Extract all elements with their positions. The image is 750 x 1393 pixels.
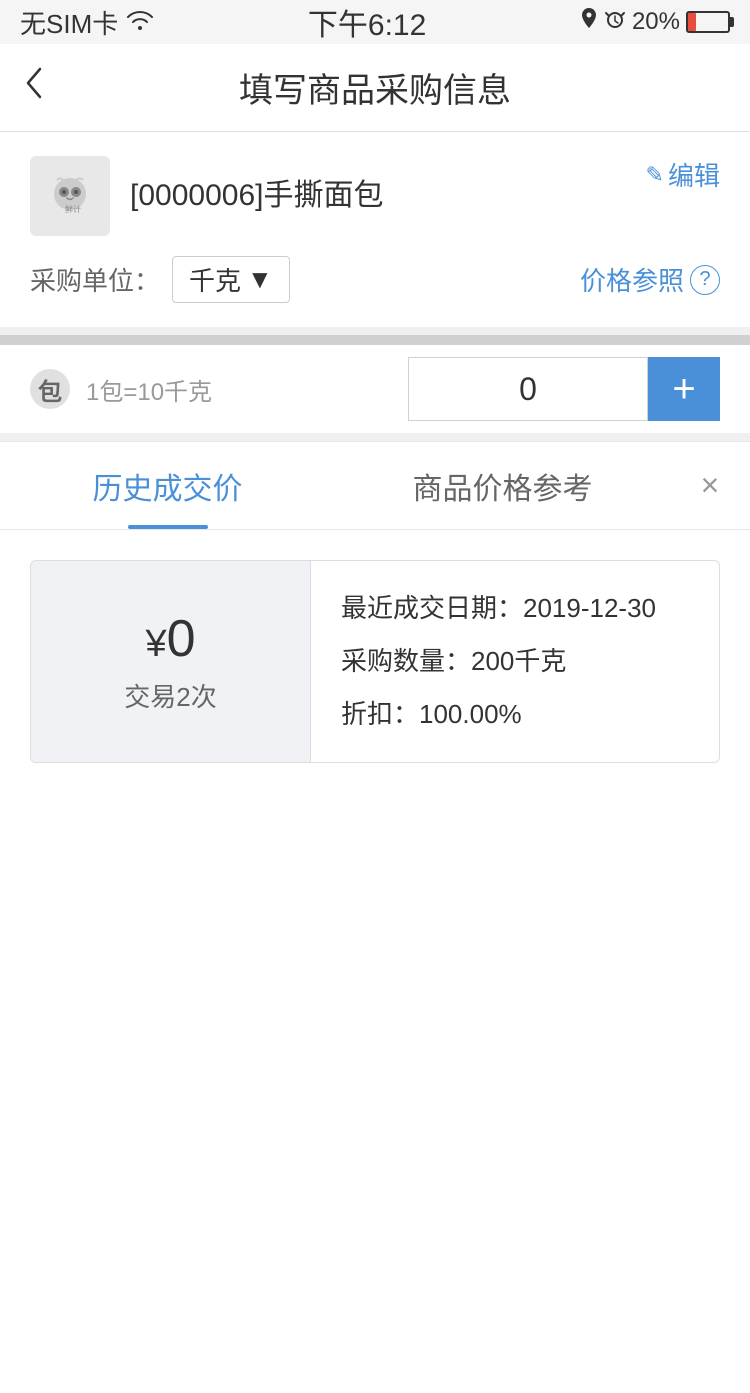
status-time: 下午6:12 [308, 0, 426, 44]
nav-bar: 填写商品采购信息 [0, 44, 750, 132]
product-name: [0000006]手撕面包 [130, 175, 383, 217]
tab-active-indicator [128, 525, 208, 529]
tab-price-reference[interactable]: 商品价格参考 [335, 442, 670, 529]
recent-date-row: 最近成交日期：2019-12-30 [341, 589, 689, 628]
price-reference-link[interactable]: 价格参照 ? [580, 261, 720, 298]
tab-history-price[interactable]: 历史成交价 [0, 442, 335, 529]
product-thumb-icon: 鲜计 [45, 166, 95, 226]
help-icon: ? [690, 265, 720, 295]
transaction-card: ¥0 交易2次 最近成交日期：2019-12-30 采购数量：200千克 折扣：… [30, 560, 720, 763]
quantity-section: 包 1包=10千克 0 + [0, 345, 750, 433]
product-thumbnail: 鲜计 [30, 156, 110, 236]
page-title: 填写商品采购信息 [239, 63, 511, 112]
status-left: 无SIM卡 [20, 4, 154, 41]
quantity-left: 包 1包=10千克 [30, 369, 212, 409]
alarm-icon [604, 8, 626, 37]
product-header: 鲜计 [0000006]手撕面包 ✎ 编辑 [30, 156, 720, 236]
back-button[interactable] [24, 63, 48, 112]
carrier-text: 无SIM卡 [20, 4, 118, 41]
discount-row: 折扣：100.00% [341, 695, 689, 734]
battery-icon [686, 11, 730, 33]
tabs-container: 历史成交价 商品价格参考 × ¥0 交易2次 最近成交日期：2019-12-30… [0, 441, 750, 1393]
card-details-section: 最近成交日期：2019-12-30 采购数量：200千克 折扣：100.00% [311, 561, 719, 762]
unit-row: 采购单位： 千克 ▼ [30, 256, 290, 303]
card-price-value: ¥0 [145, 609, 195, 669]
quantity-plus-button[interactable]: + [648, 357, 720, 421]
edit-icon: ✎ [646, 162, 664, 188]
quantity-input[interactable]: 0 [408, 357, 648, 421]
card-price-section: ¥0 交易2次 [31, 561, 311, 762]
purchase-qty-row: 采购数量：200千克 [341, 642, 689, 681]
svg-text:鲜计: 鲜计 [65, 204, 81, 214]
tab-close-button[interactable]: × [670, 467, 750, 504]
status-right: 20% [580, 8, 730, 37]
status-bar: 无SIM卡 下午6:12 20% [0, 0, 750, 44]
transaction-count: 交易2次 [124, 677, 216, 714]
product-section: 鲜计 [0000006]手撕面包 ✎ 编辑 采购单位： 千克 ▼ 价格参照 [0, 132, 750, 327]
currency-symbol: ¥ [145, 623, 166, 665]
quantity-unit-badge: 包 [30, 369, 70, 409]
product-info: [0000006]手撕面包 [130, 175, 383, 217]
location-icon [580, 8, 598, 37]
unit-label: 采购单位： [30, 261, 160, 298]
edit-button[interactable]: ✎ 编辑 [646, 156, 720, 193]
quantity-conversion: 1包=10千克 [86, 372, 212, 407]
battery-percentage: 20% [632, 8, 680, 36]
product-meta: 采购单位： 千克 ▼ 价格参照 ? [30, 256, 720, 303]
product-left: 鲜计 [0000006]手撕面包 [30, 156, 383, 236]
dropdown-arrow-icon: ▼ [247, 264, 273, 295]
content-area [0, 793, 750, 1393]
tabs-header: 历史成交价 商品价格参考 × [0, 442, 750, 530]
wifi-icon [126, 7, 154, 38]
divider-bar [0, 335, 750, 345]
quantity-controls: 0 + [408, 357, 720, 421]
unit-select[interactable]: 千克 ▼ [172, 256, 290, 303]
